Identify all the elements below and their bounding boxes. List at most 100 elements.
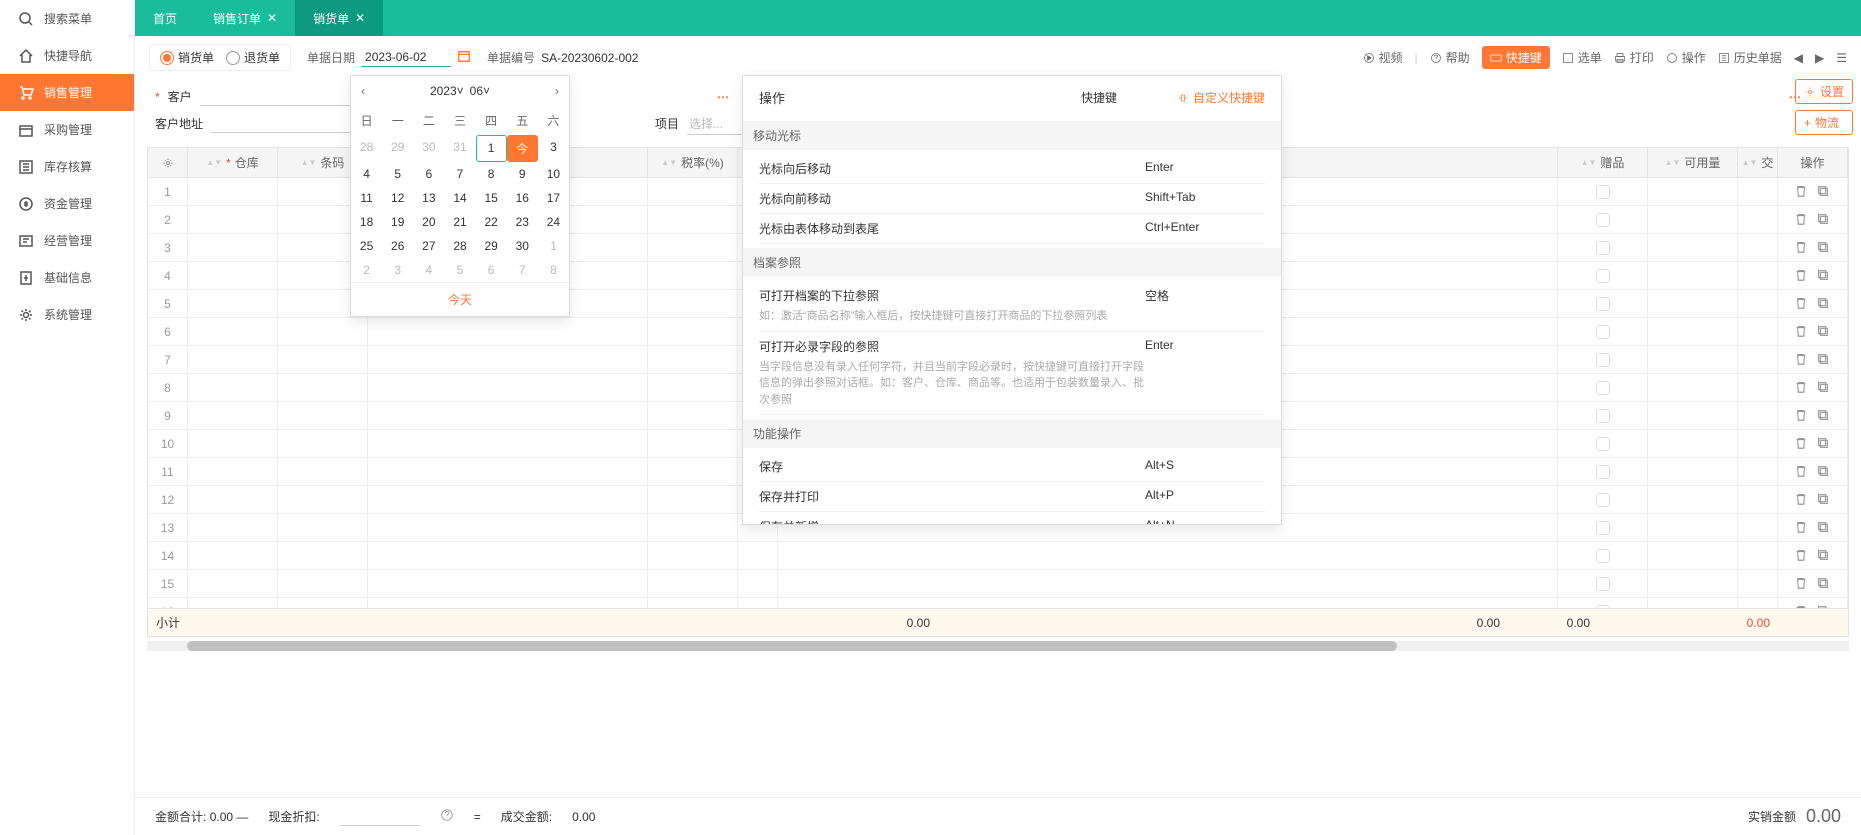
cell-barcode[interactable] xyxy=(278,486,368,513)
cell-barcode[interactable] xyxy=(278,570,368,597)
calendar-day-prev[interactable]: 30 xyxy=(413,135,444,162)
sidebar-item-stock[interactable]: 库存核算 xyxy=(0,148,134,185)
calendar-day-prev[interactable]: 29 xyxy=(382,135,413,162)
logistics-button[interactable]: +物流 xyxy=(1795,110,1853,135)
cell-deliver[interactable] xyxy=(1738,458,1778,485)
cell-avail[interactable] xyxy=(1648,318,1738,345)
cell-rate[interactable] xyxy=(648,374,738,401)
cell-spec[interactable] xyxy=(368,598,648,608)
cell-barcode[interactable] xyxy=(278,598,368,608)
calendar-day[interactable]: 10 xyxy=(538,162,569,186)
copy-icon[interactable] xyxy=(1816,324,1832,340)
menu-icon[interactable]: ☰ xyxy=(1836,51,1847,65)
calendar-day-next[interactable]: 1 xyxy=(538,234,569,258)
calendar-day[interactable]: 8 xyxy=(476,162,507,186)
sidebar-item-nav[interactable]: 快捷导航 xyxy=(0,37,134,74)
copy-icon[interactable] xyxy=(1816,604,1832,609)
calendar-day-prev[interactable]: 31 xyxy=(444,135,475,162)
cell-warehouse[interactable] xyxy=(188,206,278,233)
cell-deliver[interactable] xyxy=(1738,430,1778,457)
cell-warehouse[interactable] xyxy=(188,514,278,541)
cell-rate[interactable] xyxy=(648,542,738,569)
cell-warehouse[interactable] xyxy=(188,570,278,597)
delete-icon[interactable] xyxy=(1794,352,1810,368)
checkbox[interactable] xyxy=(1596,437,1610,451)
calendar-day[interactable]: 6 xyxy=(413,162,444,186)
calendar-day[interactable]: 19 xyxy=(382,210,413,234)
cell-avail[interactable] xyxy=(1648,262,1738,289)
table-row[interactable]: 14 xyxy=(148,542,1848,570)
cell-avail[interactable] xyxy=(1648,402,1738,429)
cell-spec[interactable] xyxy=(368,374,648,401)
cell-deliver[interactable] xyxy=(1738,542,1778,569)
delete-icon[interactable] xyxy=(1794,408,1810,424)
calendar-day[interactable]: 26 xyxy=(382,234,413,258)
cell-warehouse[interactable] xyxy=(188,486,278,513)
delete-icon[interactable] xyxy=(1794,520,1810,536)
sidebar-item-sys[interactable]: 系统管理 xyxy=(0,296,134,333)
delete-icon[interactable] xyxy=(1794,464,1810,480)
table-row[interactable]: 15 xyxy=(148,570,1848,598)
sidebar-item-search[interactable]: 搜索菜单 xyxy=(0,0,134,37)
cell-warehouse[interactable] xyxy=(188,290,278,317)
help-link[interactable]: 帮助 xyxy=(1430,49,1470,66)
cell-warehouse[interactable] xyxy=(188,262,278,289)
calendar-day-next[interactable]: 7 xyxy=(507,258,538,282)
copy-icon[interactable] xyxy=(1816,436,1832,452)
calendar-day[interactable]: 4 xyxy=(351,162,382,186)
year-select[interactable]: 2023˅ xyxy=(430,84,464,98)
copy-icon[interactable] xyxy=(1816,492,1832,508)
cell-deliver[interactable] xyxy=(1738,206,1778,233)
calendar-day-prev[interactable]: 28 xyxy=(351,135,382,162)
cell-deliver[interactable] xyxy=(1738,402,1778,429)
cell-warehouse[interactable] xyxy=(188,598,278,608)
prev-month-icon[interactable]: ‹ xyxy=(361,84,365,98)
close-icon[interactable]: ✕ xyxy=(267,11,277,25)
sidebar-item-biz[interactable]: 经营管理 xyxy=(0,222,134,259)
cell-warehouse[interactable] xyxy=(188,374,278,401)
cell-deliver[interactable] xyxy=(1738,514,1778,541)
sidebar-item-sales[interactable]: 销售管理 xyxy=(0,74,134,111)
checkbox[interactable] xyxy=(1596,521,1610,535)
cell-x[interactable] xyxy=(738,598,778,608)
cell-deliver[interactable] xyxy=(1738,178,1778,205)
cell-avail[interactable] xyxy=(1648,290,1738,317)
copy-icon[interactable] xyxy=(1816,296,1832,312)
cell-rate[interactable] xyxy=(648,206,738,233)
calendar-day[interactable]: 30 xyxy=(507,234,538,258)
checkbox[interactable] xyxy=(1596,185,1610,199)
cell-avail[interactable] xyxy=(1648,234,1738,261)
cell-barcode[interactable] xyxy=(278,542,368,569)
delete-icon[interactable] xyxy=(1794,324,1810,340)
cell-x[interactable] xyxy=(738,542,778,569)
history-link[interactable]: 历史单据 xyxy=(1718,49,1782,66)
delete-icon[interactable] xyxy=(1794,548,1810,564)
horizontal-scrollbar[interactable] xyxy=(147,641,1849,651)
cell-rate[interactable] xyxy=(648,234,738,261)
col-gear[interactable] xyxy=(148,148,188,177)
cell-spec[interactable] xyxy=(368,346,648,373)
cell-spec[interactable] xyxy=(368,458,648,485)
checkbox[interactable] xyxy=(1596,549,1610,563)
copy-icon[interactable] xyxy=(1816,408,1832,424)
cell-spec[interactable] xyxy=(368,318,648,345)
cell-rate[interactable] xyxy=(648,430,738,457)
delete-icon[interactable] xyxy=(1794,212,1810,228)
calendar-day[interactable]: 3 xyxy=(538,135,569,162)
cell-deliver[interactable] xyxy=(1738,486,1778,513)
cell-deliver[interactable] xyxy=(1738,570,1778,597)
cell-avail[interactable] xyxy=(1648,542,1738,569)
cell-warehouse[interactable] xyxy=(188,542,278,569)
col-warehouse[interactable]: ▲▼*仓库 xyxy=(188,148,278,177)
col-deliver[interactable]: ▲▼交 xyxy=(1738,148,1778,177)
calendar-day-next[interactable]: 2 xyxy=(351,258,382,282)
copy-icon[interactable] xyxy=(1816,576,1832,592)
hotkey-button[interactable]: 快捷键 xyxy=(1482,46,1550,69)
cell-gift[interactable] xyxy=(1558,598,1648,608)
sidebar-item-purchase[interactable]: 采购管理 xyxy=(0,111,134,148)
radio-return[interactable]: 退货单 xyxy=(226,49,280,66)
calendar-day[interactable]: 20 xyxy=(413,210,444,234)
calendar-day[interactable]: 25 xyxy=(351,234,382,258)
scrollbar-thumb[interactable] xyxy=(187,641,1397,651)
cell-avail[interactable] xyxy=(1648,514,1738,541)
